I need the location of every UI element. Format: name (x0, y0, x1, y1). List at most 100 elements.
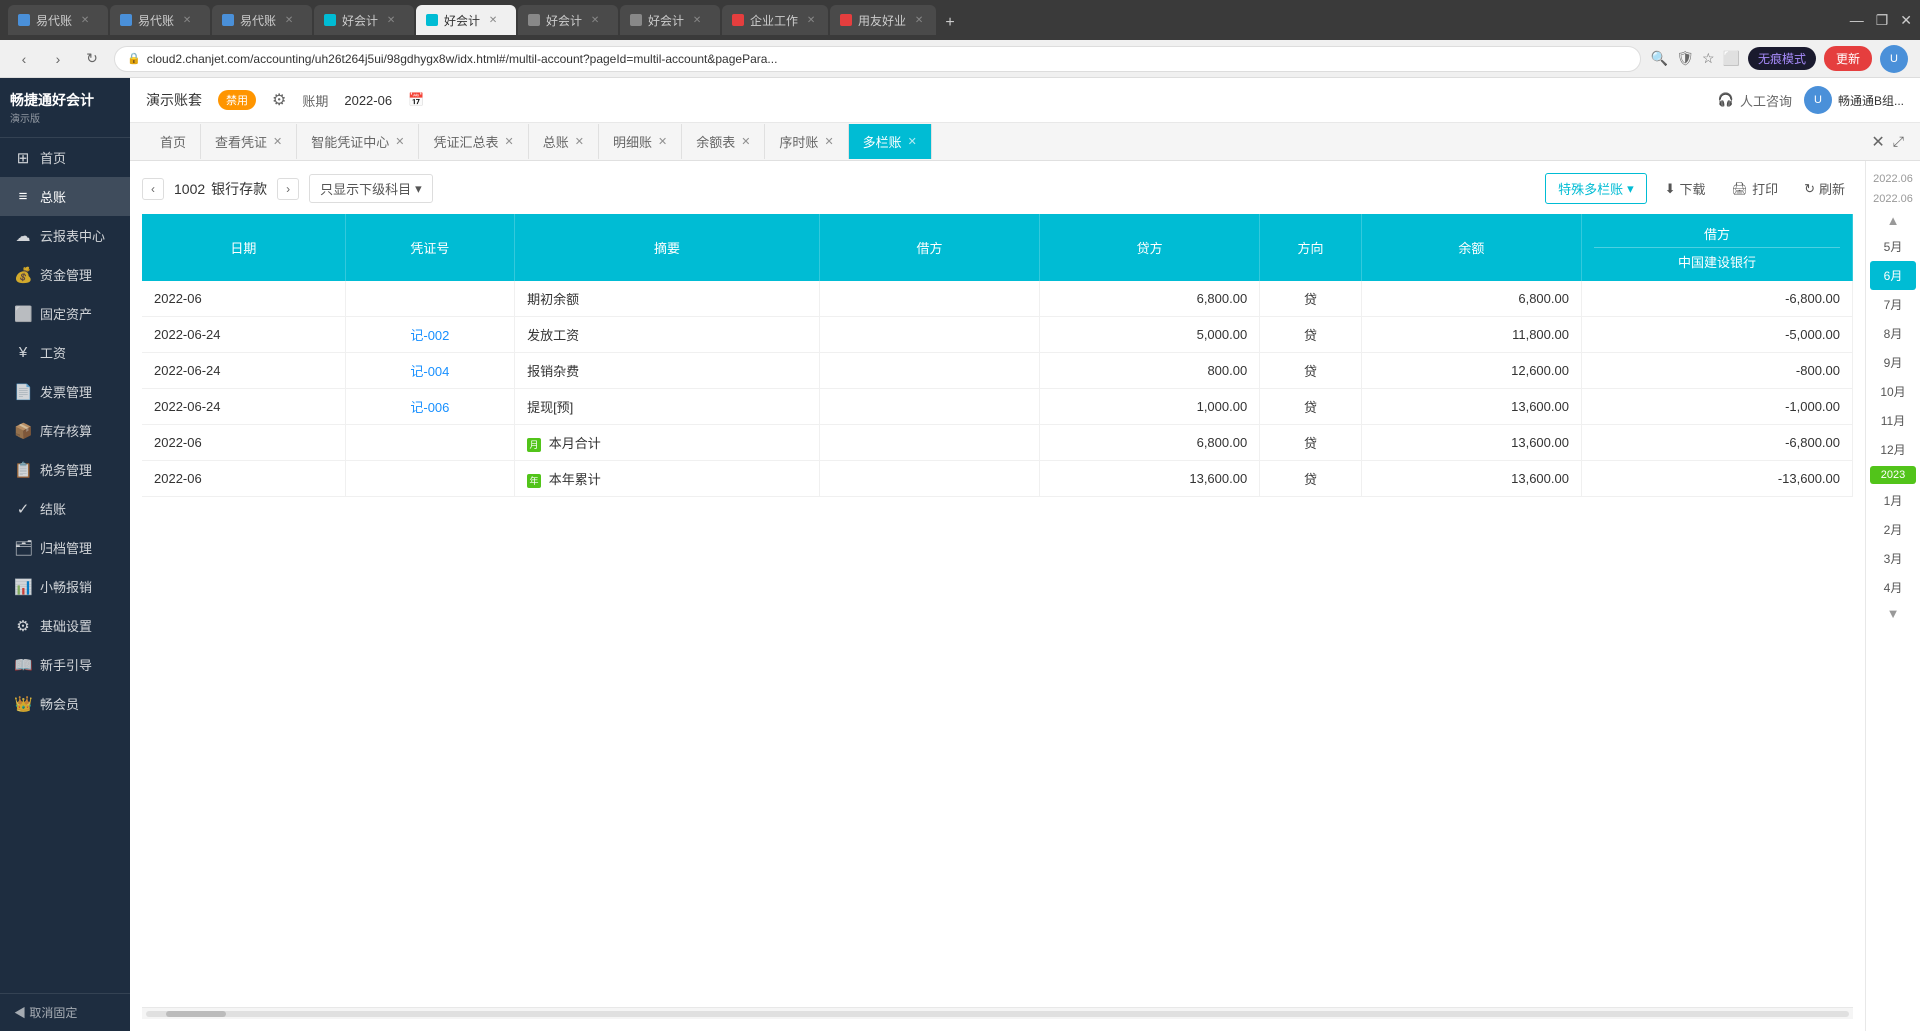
month-item-oct[interactable]: 10月 (1866, 377, 1920, 406)
month-item-jun[interactable]: 6月 (1870, 261, 1916, 290)
tab-close-6[interactable]: ✕ (588, 13, 602, 27)
sidebar-item-ledger[interactable]: ≡ 总账 (0, 177, 130, 216)
year-label-2023[interactable]: 2023 (1870, 466, 1916, 484)
prev-subject-button[interactable]: ‹ (142, 178, 164, 200)
browser-tab-8[interactable]: 企业工作 ✕ (722, 5, 828, 35)
expand-button[interactable]: ⤢ (1893, 133, 1904, 150)
update-button[interactable]: 更新 (1824, 46, 1872, 71)
tab-voucher-view-close[interactable]: ✕ (273, 135, 282, 148)
tab-journal-close[interactable]: ✕ (824, 135, 833, 148)
tab-voucher-view[interactable]: 查看凭证 ✕ (201, 124, 297, 159)
sidebar-item-payroll[interactable]: ¥ 工资 (0, 333, 130, 372)
refresh-button[interactable]: ↻ 刷新 (1796, 174, 1853, 203)
search-icon[interactable]: 🔍 (1651, 50, 1668, 67)
scroll-thumb[interactable] (166, 1011, 226, 1017)
browser-tab-2[interactable]: 易代账 ✕ (110, 5, 210, 35)
shield-icon[interactable]: 🛡 (1676, 50, 1694, 67)
unpin-button[interactable]: ◀ 取消固定 (0, 994, 130, 1031)
sidebar-item-cloud[interactable]: ☁ 云报表中心 (0, 216, 130, 255)
sidebar-item-inventory[interactable]: 📦 库存核算 (0, 411, 130, 450)
wuhen-mode-button[interactable]: 无痕模式 (1748, 47, 1816, 70)
browser-tab-3[interactable]: 易代账 ✕ (212, 5, 312, 35)
sidebar-item-tax[interactable]: 📋 税务管理 (0, 450, 130, 489)
browser-tab-9[interactable]: 用友好业 ✕ (830, 5, 936, 35)
month-item-apr[interactable]: 4月 (1866, 573, 1920, 602)
close-button[interactable]: ✕ (1900, 12, 1912, 29)
download-button[interactable]: ⬇ 下载 (1657, 174, 1714, 203)
filter-dropdown[interactable]: 只显示下级科目 ▾ (309, 174, 433, 203)
browser-tab-7[interactable]: 好会计 ✕ (620, 5, 720, 35)
tab-home[interactable]: 首页 (146, 124, 201, 159)
month-item-feb[interactable]: 2月 (1866, 515, 1920, 544)
sidebar-item-member[interactable]: 👑 畅会员 (0, 684, 130, 723)
new-tab-button[interactable]: + (938, 11, 962, 35)
tab-multi-col[interactable]: 多栏账 ✕ (849, 124, 932, 159)
browser-tab-1[interactable]: 易代账 ✕ (8, 5, 108, 35)
minimize-button[interactable]: — (1850, 12, 1864, 29)
tab-journal[interactable]: 序时账 ✕ (765, 124, 848, 159)
voucher-link-1[interactable]: 记-002 (410, 328, 449, 343)
browser-tab-6[interactable]: 好会计 ✕ (518, 5, 618, 35)
sidebar-item-expense[interactable]: 📊 小畅报销 (0, 567, 130, 606)
tab-multi-col-close[interactable]: ✕ (908, 135, 917, 148)
sidebar-item-funds[interactable]: 💰 资金管理 (0, 255, 130, 294)
tab-detail-ledger[interactable]: 明细账 ✕ (599, 124, 682, 159)
forward-button[interactable]: › (46, 47, 70, 71)
tab-smart-voucher[interactable]: 智能凭证中心 ✕ (297, 124, 419, 159)
month-item-aug[interactable]: 8月 (1866, 319, 1920, 348)
tab-close-3[interactable]: ✕ (282, 13, 296, 27)
sidebar-item-home[interactable]: ⊞ 首页 (0, 138, 130, 177)
tab-close-4[interactable]: ✕ (384, 13, 398, 27)
sidebar-item-assets[interactable]: ⬜ 固定资产 (0, 294, 130, 333)
sidebar-item-archive[interactable]: 🗂 归档管理 (0, 528, 130, 567)
month-item-may[interactable]: 5月 (1866, 232, 1920, 261)
tab-close-2[interactable]: ✕ (180, 13, 194, 27)
horizontal-scrollbar[interactable] (142, 1007, 1853, 1019)
tab-detail-ledger-close[interactable]: ✕ (658, 135, 667, 148)
refresh-nav-button[interactable]: ↻ (80, 47, 104, 71)
month-item-jul[interactable]: 7月 (1866, 290, 1920, 319)
calendar-icon[interactable]: 📅 (408, 92, 424, 108)
account-settings-icon[interactable]: ⚙ (272, 90, 286, 110)
url-input[interactable]: 🔒 cloud2.chanjet.com/accounting/uh26t264… (114, 46, 1641, 72)
restore-button[interactable]: ❐ (1876, 12, 1889, 29)
tab-close-8[interactable]: ✕ (804, 13, 818, 27)
month-scroll-up[interactable]: ▲ (1866, 209, 1920, 232)
sidebar-item-closing[interactable]: ✓ 结账 (0, 489, 130, 528)
tab-close-1[interactable]: ✕ (78, 13, 92, 27)
browser-tab-4[interactable]: 好会计 ✕ (314, 5, 414, 35)
month-item-dec[interactable]: 12月 (1866, 435, 1920, 464)
tab-smart-voucher-close[interactable]: ✕ (395, 135, 404, 148)
tab-balance-close[interactable]: ✕ (741, 135, 750, 148)
month-item-sep[interactable]: 9月 (1866, 348, 1920, 377)
voucher-link-2[interactable]: 记-004 (410, 364, 449, 379)
month-item-nov[interactable]: 11月 (1866, 406, 1920, 435)
sidebar-item-settings[interactable]: ⚙ 基础设置 (0, 606, 130, 645)
tab-general-ledger[interactable]: 总账 ✕ (529, 124, 599, 159)
tab-voucher-summary[interactable]: 凭证汇总表 ✕ (419, 124, 528, 159)
browser-user-avatar[interactable]: U (1880, 45, 1908, 73)
account-badge[interactable]: 禁用 (218, 90, 256, 110)
multi-col-button[interactable]: 特殊多栏账 ▾ (1545, 173, 1647, 204)
sidebar-item-invoice[interactable]: 📄 发票管理 (0, 372, 130, 411)
consult-button[interactable]: 🎧 人工咨询 (1718, 91, 1792, 110)
tab-balance[interactable]: 余额表 ✕ (682, 124, 765, 159)
browser-tab-5[interactable]: 好会计 ✕ (416, 5, 516, 35)
month-item-mar[interactable]: 3月 (1866, 544, 1920, 573)
voucher-link-3[interactable]: 记-006 (410, 400, 449, 415)
tab-voucher-summary-close[interactable]: ✕ (505, 135, 514, 148)
tab-close-7[interactable]: ✕ (690, 13, 704, 27)
star-icon[interactable]: ☆ (1702, 50, 1715, 67)
print-button[interactable]: 🖨 打印 (1724, 174, 1787, 203)
month-scroll-down[interactable]: ▼ (1866, 602, 1920, 625)
sidebar-item-guide[interactable]: 📖 新手引导 (0, 645, 130, 684)
next-subject-button[interactable]: › (277, 178, 299, 200)
profile-icon[interactable]: ⬜ (1723, 50, 1740, 67)
tab-close-9[interactable]: ✕ (912, 13, 926, 27)
back-button[interactable]: ‹ (12, 47, 36, 71)
tab-general-ledger-close[interactable]: ✕ (575, 135, 584, 148)
user-avatar[interactable]: U (1804, 86, 1832, 114)
close-panel-button[interactable]: ✕ (1871, 132, 1884, 152)
tab-close-5[interactable]: ✕ (486, 13, 500, 27)
month-item-jan[interactable]: 1月 (1866, 486, 1920, 515)
